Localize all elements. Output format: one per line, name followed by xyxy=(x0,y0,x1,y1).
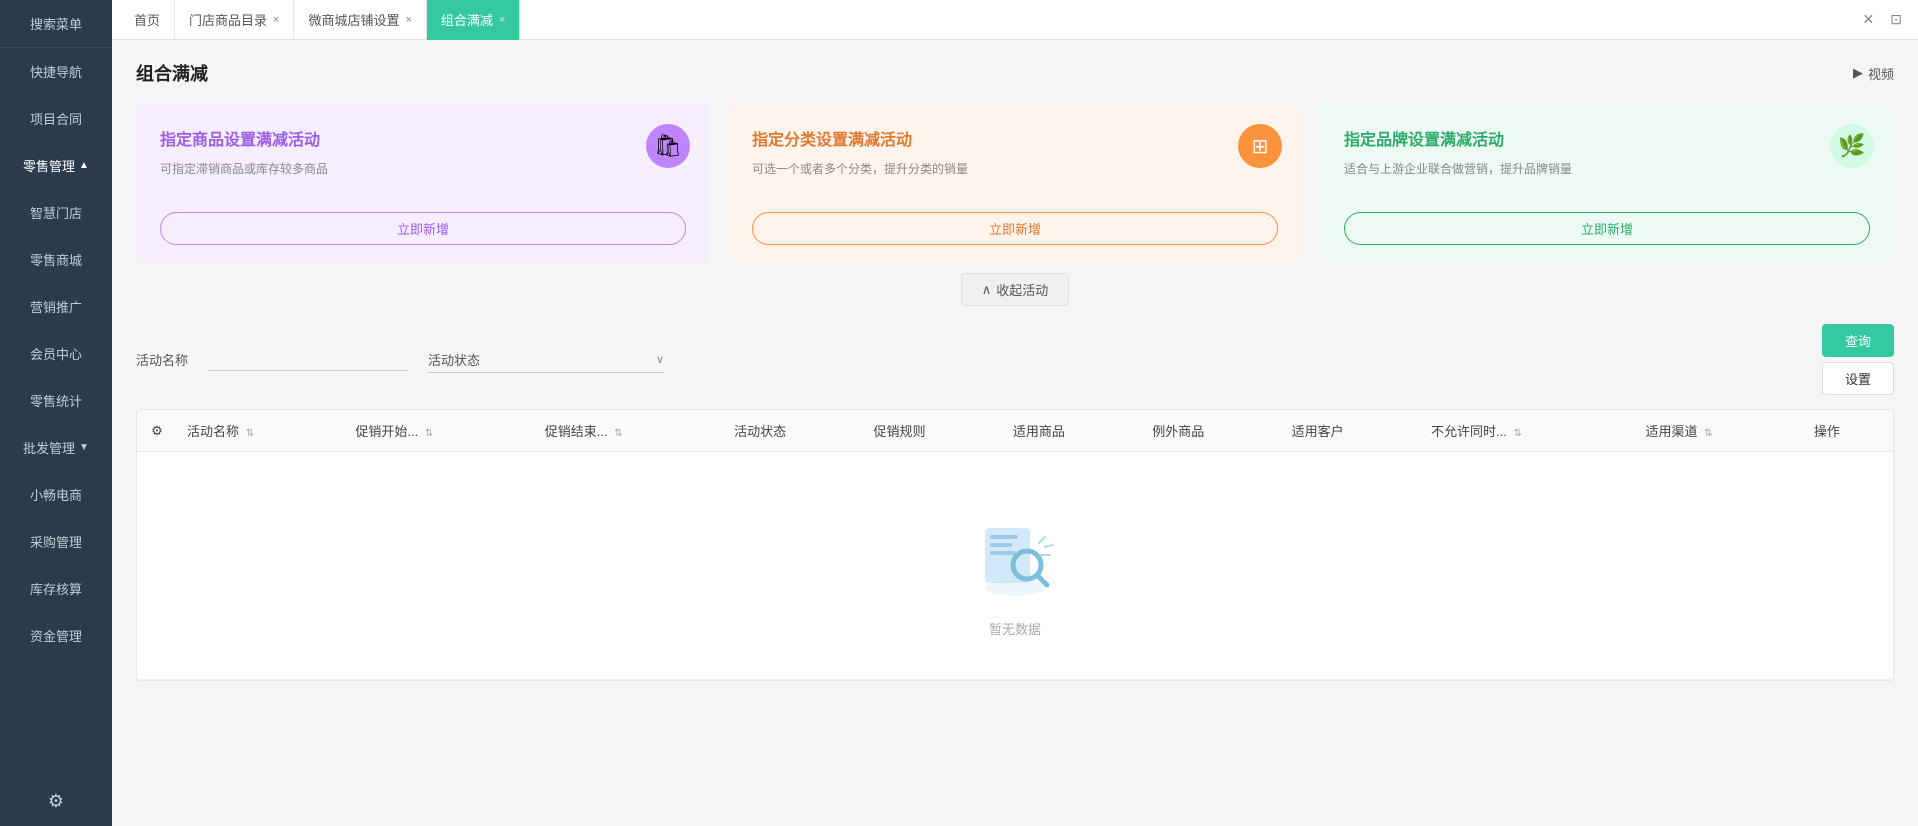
sidebar-item-inventory-calc[interactable]: 库存核算 xyxy=(0,565,112,612)
page-title: 组合满减 xyxy=(136,60,208,86)
setting-button[interactable]: 设置 xyxy=(1822,362,1894,395)
tab-combo-discount[interactable]: 组合满减 × xyxy=(427,0,520,40)
product-card-desc: 可指定滞销商品或库存较多商品 xyxy=(160,160,686,192)
category-card-btn[interactable]: 立即新增 xyxy=(752,212,1278,245)
activity-status-arrow: ∨ xyxy=(656,353,664,366)
brand-card-icon: 🌿 xyxy=(1830,124,1874,168)
brand-card-desc: 适合与上游企业联合做营销，提升品牌销量 xyxy=(1344,160,1870,192)
category-card-title: 指定分类设置满减活动 xyxy=(752,126,1278,150)
sort-applicable-channel: ⇅ xyxy=(1704,428,1712,439)
table-header-row: ⚙ 活动名称 ⇅ 促销开始... ⇅ 促销结束... ⇅ xyxy=(137,410,1893,452)
cards-row: 🛍 指定商品设置满减活动 可指定滞销商品或库存较多商品 立即新增 ⊞ 指定分类设… xyxy=(136,104,1894,263)
sidebar-item-retail-mall[interactable]: 零售商城 xyxy=(0,236,112,283)
th-activity-status: 活动状态 xyxy=(724,410,863,452)
window-maximize-btn[interactable]: ⊡ xyxy=(1886,7,1906,32)
gear-settings-icon: ⚙ xyxy=(151,423,163,438)
video-link[interactable]: ▶ 视频 xyxy=(1853,64,1894,83)
sort-promo-end: ⇅ xyxy=(614,428,622,439)
sidebar-item-fund-mgmt[interactable]: 资金管理 xyxy=(0,612,112,659)
wholesale-mgmt-arrow: ▼ xyxy=(79,442,89,453)
category-card: ⊞ 指定分类设置满减活动 可选一个或者多个分类，提升分类的销量 立即新增 xyxy=(728,104,1302,263)
tab-store-catalog-close[interactable]: × xyxy=(273,14,279,26)
sidebar-settings[interactable]: ⚙ xyxy=(0,777,112,826)
collapse-icon: ∧ xyxy=(982,282,992,298)
page-content: 组合满减 ▶ 视频 🛍 指定商品设置满减活动 可指定滞销商品或库存较多商品 立即… xyxy=(112,40,1918,826)
sidebar-item-wholesale-mgmt[interactable]: 批发管理 ▼ xyxy=(0,424,112,471)
window-close-btn[interactable]: ✕ xyxy=(1859,7,1879,32)
empty-state-cell: 暂无数据 xyxy=(137,452,1893,680)
sidebar-item-project-contract[interactable]: 项目合同 xyxy=(0,95,112,142)
collapse-label: 收起活动 xyxy=(996,280,1048,299)
sidebar-item-xiaochangec[interactable]: 小畅电商 xyxy=(0,471,112,518)
category-card-icon: ⊞ xyxy=(1238,124,1282,168)
window-controls: ✕ ⊡ xyxy=(1859,7,1910,32)
activity-status-label: 活动状态 xyxy=(428,350,480,369)
empty-state-row: 暂无数据 xyxy=(137,452,1893,680)
tab-wechat-store-close[interactable]: × xyxy=(405,14,411,26)
sort-promo-start: ⇅ xyxy=(425,428,433,439)
sidebar-item-member-center[interactable]: 会员中心 xyxy=(0,330,112,377)
tab-home[interactable]: 首页 xyxy=(120,0,175,40)
table-body: 暂无数据 xyxy=(137,452,1893,680)
sort-activity-name: ⇅ xyxy=(246,428,254,439)
sort-not-allow-same: ⇅ xyxy=(1513,428,1521,439)
empty-text: 暂无数据 xyxy=(989,619,1041,638)
retail-management-arrow: ▲ xyxy=(79,160,89,171)
th-promo-end[interactable]: 促销结束... ⇅ xyxy=(535,410,724,452)
collapse-bar: ∧ 收起活动 xyxy=(136,273,1894,306)
activity-name-label: 活动名称 xyxy=(136,350,188,369)
sidebar-item-retail-stats[interactable]: 零售统计 xyxy=(0,377,112,424)
th-applicable-channel[interactable]: 适用渠道 ⇅ xyxy=(1636,410,1804,452)
collapse-btn[interactable]: ∧ 收起活动 xyxy=(961,273,1070,306)
sidebar-search[interactable]: 搜索菜单 xyxy=(0,0,112,48)
th-activity-name[interactable]: 活动名称 ⇅ xyxy=(177,410,345,452)
tab-store-catalog[interactable]: 门店商品目录 × xyxy=(175,0,294,40)
table-head: ⚙ 活动名称 ⇅ 促销开始... ⇅ 促销结束... ⇅ xyxy=(137,410,1893,452)
product-card-btn[interactable]: 立即新增 xyxy=(160,212,686,245)
product-card: 🛍 指定商品设置满减活动 可指定滞销商品或库存较多商品 立即新增 xyxy=(136,104,710,263)
data-table: ⚙ 活动名称 ⇅ 促销开始... ⇅ 促销结束... ⇅ xyxy=(137,410,1893,680)
table-wrapper: ⚙ 活动名称 ⇅ 促销开始... ⇅ 促销结束... ⇅ xyxy=(136,409,1894,681)
th-action: 操作 xyxy=(1804,410,1893,452)
th-not-allow-same[interactable]: 不允许同时... ⇅ xyxy=(1421,410,1636,452)
filter-row: 活动名称 活动状态 ∨ 查询 设置 xyxy=(136,324,1894,395)
empty-state: 暂无数据 xyxy=(147,463,1883,668)
activity-name-input[interactable] xyxy=(208,349,408,371)
sidebar-item-smart-store[interactable]: 智慧门店 xyxy=(0,189,112,236)
query-button[interactable]: 查询 xyxy=(1822,324,1894,357)
activity-status-wrapper[interactable]: 活动状态 ∨ xyxy=(428,347,664,373)
th-applicable-customer: 适用客户 xyxy=(1282,410,1421,452)
sidebar-item-quick-nav[interactable]: 快捷导航 xyxy=(0,48,112,95)
empty-state-illustration xyxy=(965,513,1065,603)
category-card-desc: 可选一个或者多个分类，提升分类的销量 xyxy=(752,160,1278,192)
brand-card-title: 指定品牌设置满减活动 xyxy=(1344,126,1870,150)
tab-combo-discount-close[interactable]: × xyxy=(499,14,505,26)
th-promo-start[interactable]: 促销开始... ⇅ xyxy=(345,410,534,452)
video-play-icon: ▶ xyxy=(1853,65,1863,81)
th-exception-goods: 例外商品 xyxy=(1142,410,1281,452)
product-card-title: 指定商品设置满减活动 xyxy=(160,126,686,150)
sidebar-item-marketing[interactable]: 营销推广 xyxy=(0,283,112,330)
tab-bar: 首页 门店商品目录 × 微商城店铺设置 × 组合满减 × ✕ ⊡ xyxy=(112,0,1918,40)
tab-wechat-store-settings[interactable]: 微商城店铺设置 × xyxy=(294,0,426,40)
product-card-icon: 🛍 xyxy=(646,124,690,168)
brand-card: 🌿 指定品牌设置满减活动 适合与上游企业联合做营销，提升品牌销量 立即新增 xyxy=(1320,104,1894,263)
page-header: 组合满减 ▶ 视频 xyxy=(136,60,1894,86)
sidebar: 搜索菜单 快捷导航 项目合同 零售管理 ▲ 智慧门店 零售商城 营销推广 会员中… xyxy=(0,0,112,826)
th-applicable-goods: 适用商品 xyxy=(1003,410,1142,452)
settings-gear-icon: ⚙ xyxy=(48,791,64,811)
th-gear[interactable]: ⚙ xyxy=(137,410,177,452)
brand-card-btn[interactable]: 立即新增 xyxy=(1344,212,1870,245)
sidebar-item-retail-management[interactable]: 零售管理 ▲ xyxy=(0,142,112,189)
filter-buttons: 查询 设置 xyxy=(1822,324,1894,395)
sidebar-item-purchase-mgmt[interactable]: 采购管理 xyxy=(0,518,112,565)
main-area: 首页 门店商品目录 × 微商城店铺设置 × 组合满减 × ✕ ⊡ 组合满减 ▶ … xyxy=(112,0,1918,826)
th-promo-rule: 促销规则 xyxy=(864,410,1003,452)
